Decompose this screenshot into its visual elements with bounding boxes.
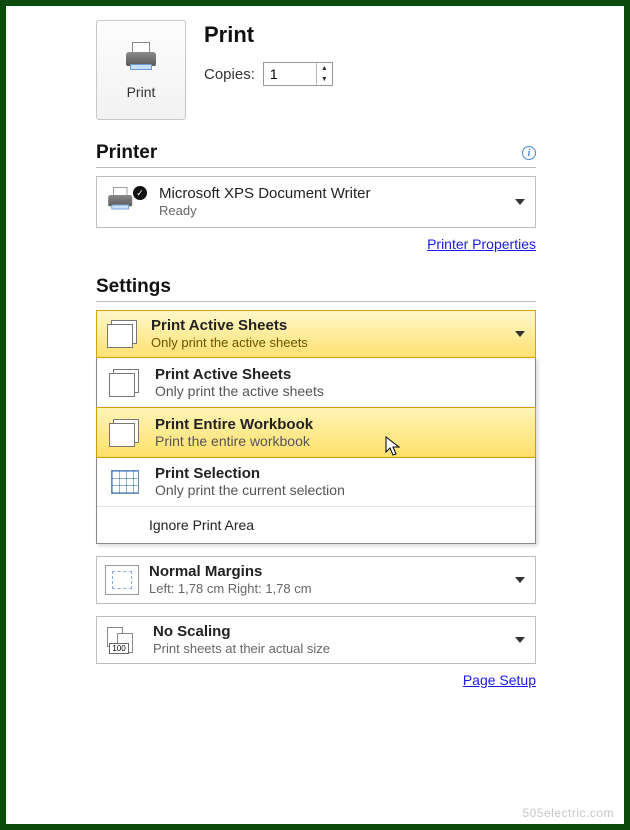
copies-down-icon[interactable]: ▼	[317, 74, 332, 85]
print-what-menu: Print Active Sheets Only print the activ…	[96, 357, 536, 544]
printer-section-heading: Printer	[96, 142, 157, 164]
workbook-icon	[107, 417, 143, 449]
option-print-selection[interactable]: Print Selection Only print the current s…	[97, 457, 535, 507]
option-print-active-sheets[interactable]: Print Active Sheets Only print the activ…	[97, 358, 535, 408]
scaling-title: No Scaling	[153, 623, 515, 641]
print-backstage-panel: Print Print Copies: 1 ▲ ▼ Printer i	[0, 0, 630, 830]
print-button[interactable]: Print	[96, 20, 186, 120]
print-heading: Print	[204, 22, 536, 48]
print-what-sub: Only print the active sheets	[151, 335, 515, 351]
print-button-label: Print	[127, 84, 156, 100]
page-setup-link[interactable]: Page Setup	[463, 672, 536, 688]
chevron-down-icon	[515, 199, 525, 205]
sheets-icon	[107, 367, 143, 399]
copies-spinner[interactable]: 1 ▲ ▼	[263, 62, 333, 86]
info-icon[interactable]: i	[522, 146, 536, 160]
copies-value: 1	[264, 66, 316, 82]
chevron-down-icon	[515, 577, 525, 583]
print-what-dropdown[interactable]: Print Active Sheets Only print the activ…	[96, 310, 536, 358]
print-what-title: Print Active Sheets	[151, 317, 515, 335]
printer-dropdown[interactable]: ✓ Microsoft XPS Document Writer Ready	[96, 176, 536, 228]
printer-device-icon	[105, 185, 135, 212]
scaling-dropdown[interactable]: 100 No Scaling Print sheets at their act…	[96, 616, 536, 664]
ready-check-icon: ✓	[133, 186, 147, 200]
printer-properties-link[interactable]: Printer Properties	[427, 236, 536, 252]
selection-grid-icon	[107, 466, 143, 498]
printer-name: Microsoft XPS Document Writer	[159, 185, 515, 203]
sheets-icon	[105, 318, 141, 350]
option-ignore-print-area[interactable]: Ignore Print Area	[97, 507, 535, 543]
margins-title: Normal Margins	[149, 563, 515, 581]
watermark: 505electric.com	[522, 806, 614, 820]
margins-dropdown[interactable]: Normal Margins Left: 1,78 cm Right: 1,78…	[96, 556, 536, 604]
cursor-icon	[385, 436, 401, 458]
scaling-sub: Print sheets at their actual size	[153, 641, 515, 657]
copies-label: Copies:	[204, 66, 255, 83]
settings-section-heading: Settings	[96, 276, 171, 298]
option-print-entire-workbook[interactable]: Print Entire Workbook Print the entire w…	[96, 407, 536, 458]
scaling-icon: 100	[105, 625, 143, 655]
printer-status: Ready	[159, 203, 515, 219]
margins-icon	[105, 565, 139, 595]
copies-up-icon[interactable]: ▲	[317, 63, 332, 74]
printer-icon	[122, 40, 160, 74]
chevron-down-icon	[515, 331, 525, 337]
chevron-down-icon	[515, 637, 525, 643]
margins-sub: Left: 1,78 cm Right: 1,78 cm	[149, 581, 515, 597]
